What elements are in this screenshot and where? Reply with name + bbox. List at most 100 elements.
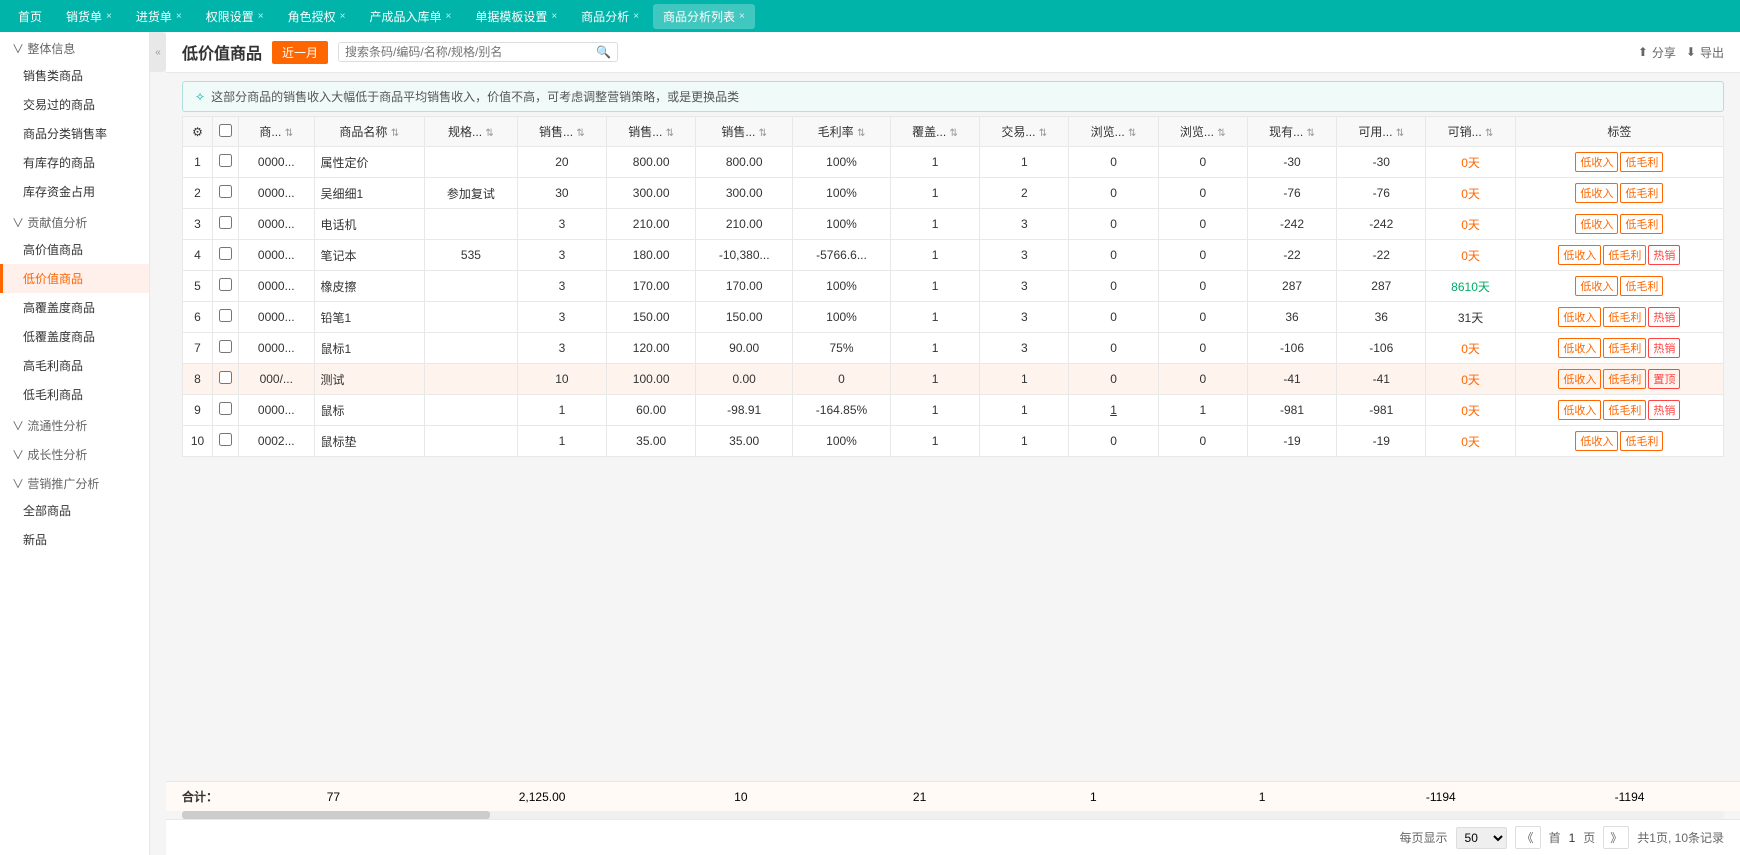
tag-热销[interactable]: 热销 [1648,338,1680,358]
tag-低收入[interactable]: 低收入 [1575,183,1618,203]
tag-低收入[interactable]: 低收入 [1558,307,1601,327]
tag-低毛利[interactable]: 低毛利 [1603,307,1646,327]
col-current[interactable]: 现有... ⇅ [1247,117,1336,147]
tag-低毛利[interactable]: 低毛利 [1620,276,1663,296]
row-checkbox[interactable] [213,147,239,178]
tag-低收入[interactable]: 低收入 [1558,400,1601,420]
sidebar-collapse-btn[interactable]: « [150,32,166,72]
col-code[interactable]: 商... ⇅ [239,117,315,147]
sidebar-item-低覆盖度商品[interactable]: 低覆盖度商品 [0,322,149,351]
tag-低毛利[interactable]: 低毛利 [1620,214,1663,234]
col-spec[interactable]: 规格... ⇅ [425,117,518,147]
tag-低毛利[interactable]: 低毛利 [1603,245,1646,265]
sidebar-item-商品分类销售率[interactable]: 商品分类销售率 [0,119,149,148]
sidebar-item-全部商品[interactable]: 全部商品 [0,496,149,525]
nav-item-商品分析[interactable]: 商品分析× [571,4,649,29]
tag-低毛利[interactable]: 低毛利 [1603,400,1646,420]
row-checkbox[interactable] [213,178,239,209]
sidebar-item-低毛利商品[interactable]: 低毛利商品 [0,380,149,409]
tag-热销[interactable]: 热销 [1648,307,1680,327]
search-input[interactable] [345,45,592,59]
tag-低毛利[interactable]: 低毛利 [1620,431,1663,451]
sidebar-section-流通性分析[interactable]: ∨ 流通性分析 [0,409,149,438]
nav-item-商品分析列表[interactable]: 商品分析列表× [653,4,755,29]
col-saleable[interactable]: 可销... ⇅ [1426,117,1515,147]
sidebar-item-销售类商品[interactable]: 销售类商品 [0,61,149,90]
sidebar-item-库存资金占用[interactable]: 库存资金占用 [0,177,149,206]
sidebar-section-整体信息[interactable]: ∨ 整体信息 [0,32,149,61]
col-gear[interactable]: ⚙ [183,117,213,147]
row-browse1[interactable]: 1 [1069,395,1158,426]
tag-低毛利[interactable]: 低毛利 [1603,369,1646,389]
tag-置顶[interactable]: 置顶 [1648,369,1680,389]
row-checkbox[interactable] [213,240,239,271]
nav-close-icon[interactable]: × [340,11,346,22]
nav-close-icon[interactable]: × [551,11,557,22]
tag-热销[interactable]: 热销 [1648,400,1680,420]
tag-低收入[interactable]: 低收入 [1575,276,1618,296]
col-sales-cost[interactable]: 销售... ⇅ [696,117,793,147]
share-btn[interactable]: ⬆ 分享 [1638,44,1676,61]
col-cover[interactable]: 覆盖... ⇅ [890,117,979,147]
tag-低收入[interactable]: 低收入 [1575,431,1618,451]
last-page-btn[interactable]: 》 [1603,826,1629,849]
tag-低收入[interactable]: 低收入 [1575,152,1618,172]
tag-低毛利[interactable]: 低毛利 [1603,338,1646,358]
tag-低毛利[interactable]: 低毛利 [1620,152,1663,172]
sidebar-item-高毛利商品[interactable]: 高毛利商品 [0,351,149,380]
nav-close-icon[interactable]: × [176,11,182,22]
tag-热销[interactable]: 热销 [1648,245,1680,265]
col-browse2[interactable]: 浏览... ⇅ [1158,117,1247,147]
nav-item-进货单[interactable]: 进货单× [126,4,192,29]
nav-close-icon[interactable]: × [739,11,745,22]
sidebar-item-高价值商品[interactable]: 高价值商品 [0,235,149,264]
nav-item-销货单[interactable]: 销货单× [56,4,122,29]
col-available[interactable]: 可用... ⇅ [1337,117,1426,147]
nav-item-产成品入库单[interactable]: 产成品入库单× [359,4,461,29]
gear-icon[interactable]: ⚙ [192,125,203,139]
tag-低收入[interactable]: 低收入 [1575,214,1618,234]
sidebar-item-低价值商品[interactable]: 低价值商品 [0,264,149,293]
sidebar-item-新品[interactable]: 新品 [0,525,149,554]
col-trade[interactable]: 交易... ⇅ [980,117,1069,147]
select-all-checkbox[interactable] [219,124,232,137]
row-checkbox[interactable] [213,271,239,302]
tag-低收入[interactable]: 低收入 [1558,369,1601,389]
row-checkbox[interactable] [213,302,239,333]
col-name[interactable]: 商品名称 ⇅ [314,117,425,147]
per-page-select[interactable]: 50 100 200 [1456,827,1507,849]
row-checkbox[interactable] [213,364,239,395]
col-sales-price[interactable]: 销售... ⇅ [607,117,696,147]
col-check[interactable] [213,117,239,147]
row-checkbox[interactable] [213,395,239,426]
col-browse1[interactable]: 浏览... ⇅ [1069,117,1158,147]
sidebar-item-交易过的商品[interactable]: 交易过的商品 [0,90,149,119]
sidebar-item-有库存的商品[interactable]: 有库存的商品 [0,148,149,177]
nav-item-单据模板设置[interactable]: 单据模板设置× [465,4,567,29]
row-checkbox[interactable] [213,333,239,364]
sidebar-item-高覆盖度商品[interactable]: 高覆盖度商品 [0,293,149,322]
nav-close-icon[interactable]: × [633,11,639,22]
sidebar-section-营销推广分析[interactable]: ∨ 营销推广分析 [0,467,149,496]
sidebar-section-贡献值分析[interactable]: ∨ 贡献值分析 [0,206,149,235]
nav-close-icon[interactable]: × [445,11,451,22]
nav-item-首页[interactable]: 首页 [8,4,52,29]
row-checkbox[interactable] [213,209,239,240]
col-sales-qty[interactable]: 销售... ⇅ [517,117,606,147]
row-checkbox[interactable] [213,426,239,457]
nav-close-icon[interactable]: × [106,11,112,22]
nav-close-icon[interactable]: × [258,11,264,22]
nav-item-角色授权[interactable]: 角色授权× [278,4,356,29]
info-text: 这部分商品的销售收入大幅低于商品平均销售收入，价值不高，可考虑调整营销策略，或是… [211,88,739,105]
col-gross-rate[interactable]: 毛利率 ⇅ [793,117,891,147]
tag-低毛利[interactable]: 低毛利 [1620,183,1663,203]
search-icon[interactable]: 🔍 [596,45,611,59]
nav-item-权限设置[interactable]: 权限设置× [196,4,274,29]
sidebar-section-成长性分析[interactable]: ∨ 成长性分析 [0,438,149,467]
filter-month-btn[interactable]: 近一月 [272,41,328,64]
tag-低收入[interactable]: 低收入 [1558,245,1601,265]
first-page-btn[interactable]: 《 [1515,826,1541,849]
row-available: 36 [1337,302,1426,333]
export-btn[interactable]: ⬇ 导出 [1686,44,1724,61]
tag-低收入[interactable]: 低收入 [1558,338,1601,358]
